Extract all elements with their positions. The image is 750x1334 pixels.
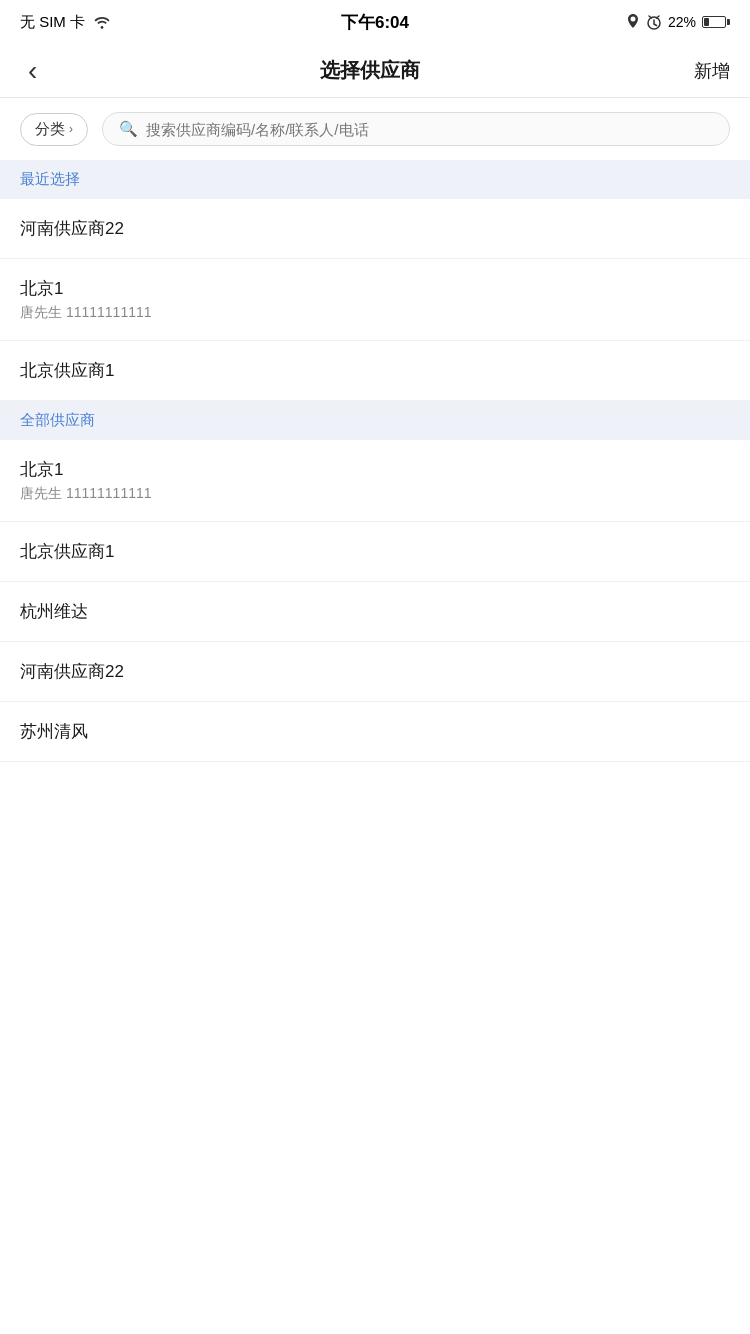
status-time: 下午6:04 — [341, 11, 409, 34]
all-section-header: 全部供应商 — [0, 401, 750, 440]
item-name: 河南供应商22 — [20, 217, 730, 240]
search-input[interactable] — [146, 121, 713, 138]
all-list-item[interactable]: 杭州维达 — [0, 582, 750, 642]
item-name: 北京1 — [20, 277, 730, 300]
back-button[interactable]: ‹ — [20, 51, 45, 91]
filter-row: 分类 › 🔍 — [0, 98, 750, 160]
recent-items-list: 河南供应商22 北京1 唐先生 11111111111 北京供应商1 — [0, 199, 750, 401]
status-icons: 22% — [626, 14, 730, 30]
item-name: 北京供应商1 — [20, 359, 730, 382]
nav-bar: ‹ 选择供应商 新增 — [0, 44, 750, 98]
category-label: 分类 — [35, 120, 65, 139]
all-list-item[interactable]: 北京1 唐先生 11111111111 — [0, 440, 750, 522]
recent-section-header: 最近选择 — [0, 160, 750, 199]
alarm-icon — [646, 14, 662, 30]
item-contact: 唐先生 11111111111 — [20, 304, 730, 322]
item-name: 北京供应商1 — [20, 540, 730, 563]
location-icon — [626, 14, 640, 30]
page-title: 选择供应商 — [320, 57, 420, 84]
recent-section-label: 最近选择 — [20, 170, 80, 187]
carrier-text: 无 SIM 卡 — [20, 13, 85, 32]
all-list-item[interactable]: 河南供应商22 — [0, 642, 750, 702]
battery-text: 22% — [668, 14, 696, 30]
search-bar[interactable]: 🔍 — [102, 112, 730, 146]
recent-list-item[interactable]: 北京1 唐先生 11111111111 — [0, 259, 750, 341]
status-bar: 无 SIM 卡 下午6:04 22% — [0, 0, 750, 44]
all-items-list: 北京1 唐先生 11111111111 北京供应商1 杭州维达河南供应商22 苏州清风 — [0, 440, 750, 762]
item-name: 北京1 — [20, 458, 730, 481]
status-carrier: 无 SIM 卡 — [20, 13, 111, 32]
item-contact: 唐先生 11111111111 — [20, 485, 730, 503]
item-name: 杭州维达 — [20, 600, 730, 623]
item-name: 河南供应商22 — [20, 660, 730, 683]
recent-list-item[interactable]: 北京供应商1 — [0, 341, 750, 401]
item-name: 苏州清风 — [20, 720, 730, 743]
category-button[interactable]: 分类 › — [20, 113, 88, 146]
new-action-button[interactable]: 新增 — [694, 59, 730, 83]
all-list-item[interactable]: 苏州清风 — [0, 702, 750, 762]
battery-icon — [702, 16, 730, 28]
search-icon: 🔍 — [119, 120, 138, 138]
recent-list-item[interactable]: 河南供应商22 — [0, 199, 750, 259]
wifi-icon — [93, 15, 111, 29]
all-list-item[interactable]: 北京供应商1 — [0, 522, 750, 582]
all-section-label: 全部供应商 — [20, 411, 95, 428]
chevron-right-icon: › — [69, 122, 73, 136]
